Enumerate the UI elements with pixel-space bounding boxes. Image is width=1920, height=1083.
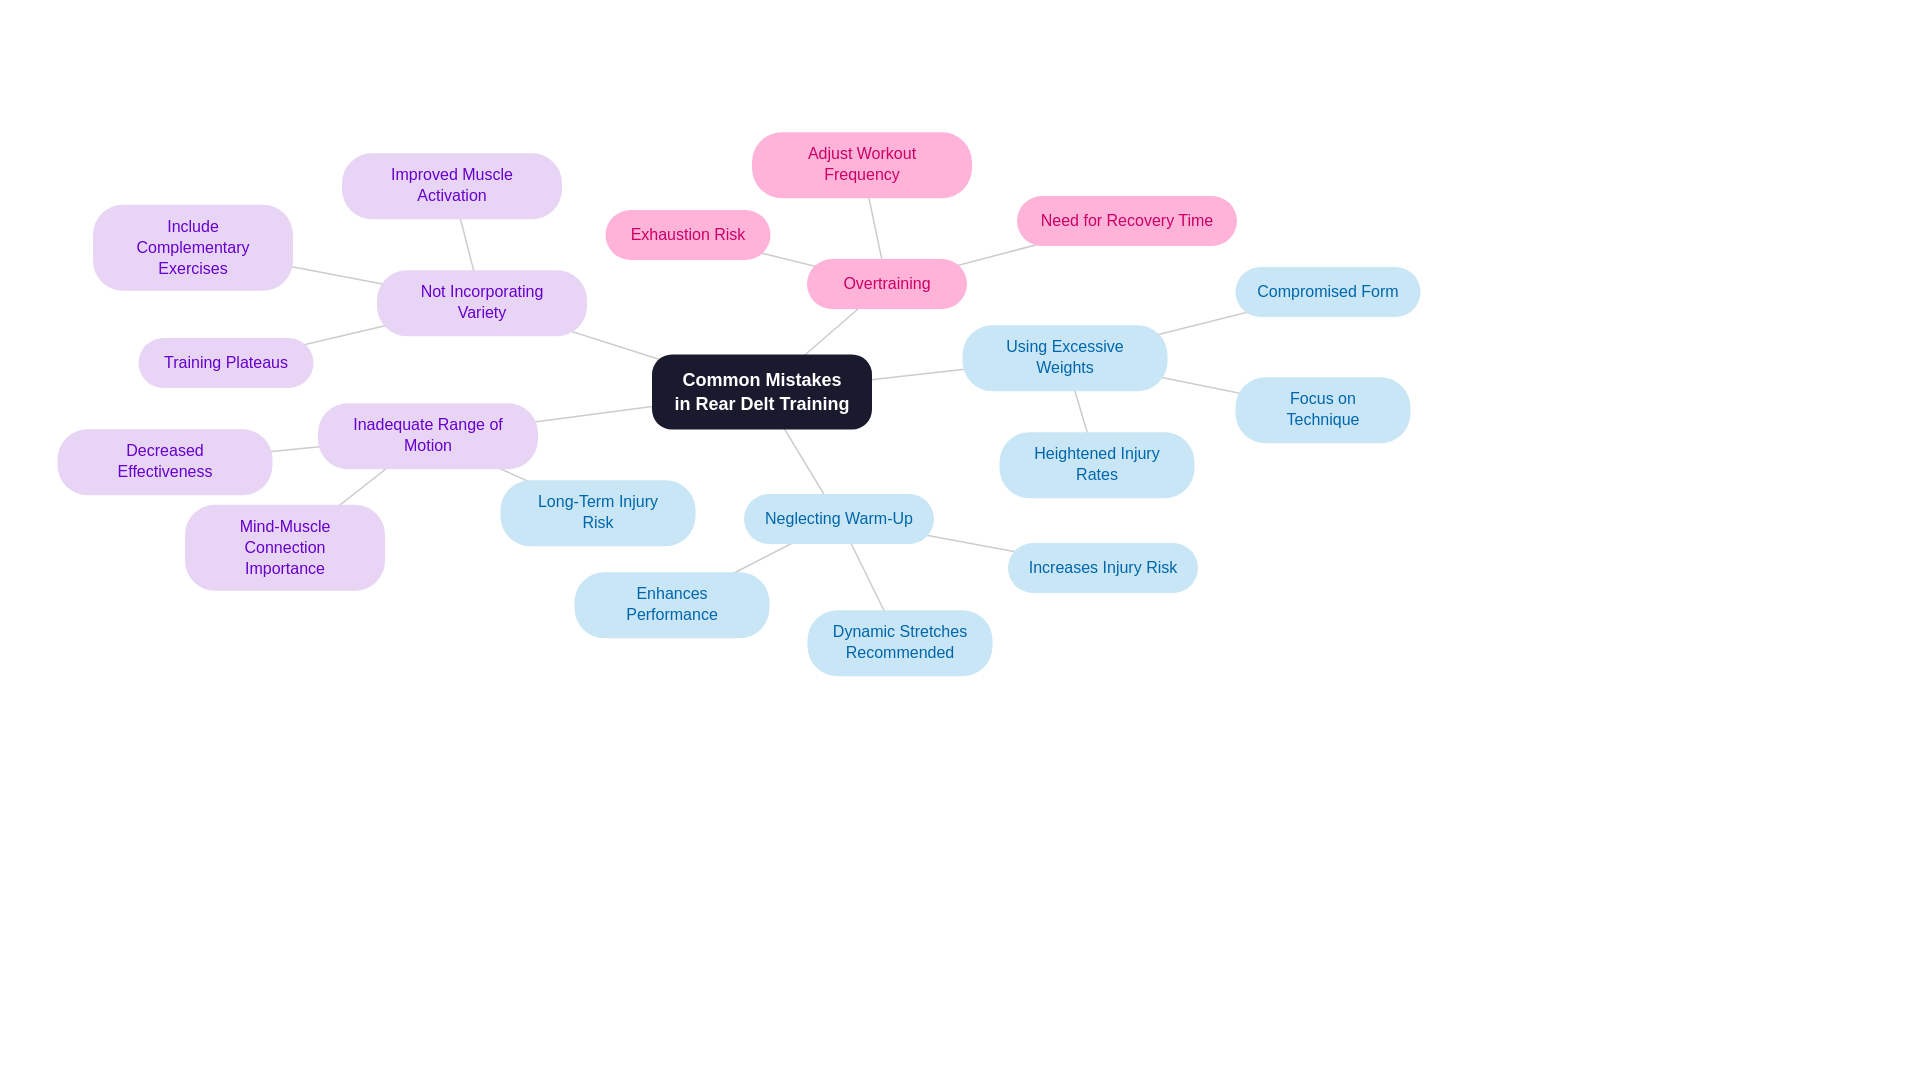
node-overtraining: Overtraining [807,259,967,309]
mind-map-container: Common Mistakes in Rear Delt Training Ove… [0,0,1920,1083]
node-adjust-workout: Adjust Workout Frequency [752,132,972,198]
node-long-term-injury: Long-Term Injury Risk [501,480,696,546]
node-dynamic-stretches: Dynamic Stretches Recommended [808,610,993,676]
node-enhances-performance: Enhances Performance [575,572,770,638]
node-need-recovery: Need for Recovery Time [1017,196,1237,246]
node-decreased-effectiveness: Decreased Effectiveness [58,429,273,495]
node-neglecting-warmup: Neglecting Warm-Up [744,494,934,544]
node-exhaustion-risk: Exhaustion Risk [606,210,771,260]
node-heightened-injury-rates: Heightened Injury Rates [1000,432,1195,498]
node-training-plateaus: Training Plateaus [139,338,314,388]
node-compromised-form: Compromised Form [1236,267,1421,317]
node-inadequate-range: Inadequate Range of Motion [318,403,538,469]
node-not-incorporating-variety: Not Incorporating Variety [377,270,587,336]
node-improved-muscle: Improved Muscle Activation [342,153,562,219]
node-center: Common Mistakes in Rear Delt Training [652,355,872,430]
node-using-excessive-weights: Using Excessive Weights [963,325,1168,391]
node-mind-muscle: Mind-Muscle Connection Importance [185,505,385,591]
node-increases-injury-risk: Increases Injury Risk [1008,543,1198,593]
node-focus-on-technique: Focus on Technique [1236,377,1411,443]
node-include-complementary: Include Complementary Exercises [93,205,293,291]
